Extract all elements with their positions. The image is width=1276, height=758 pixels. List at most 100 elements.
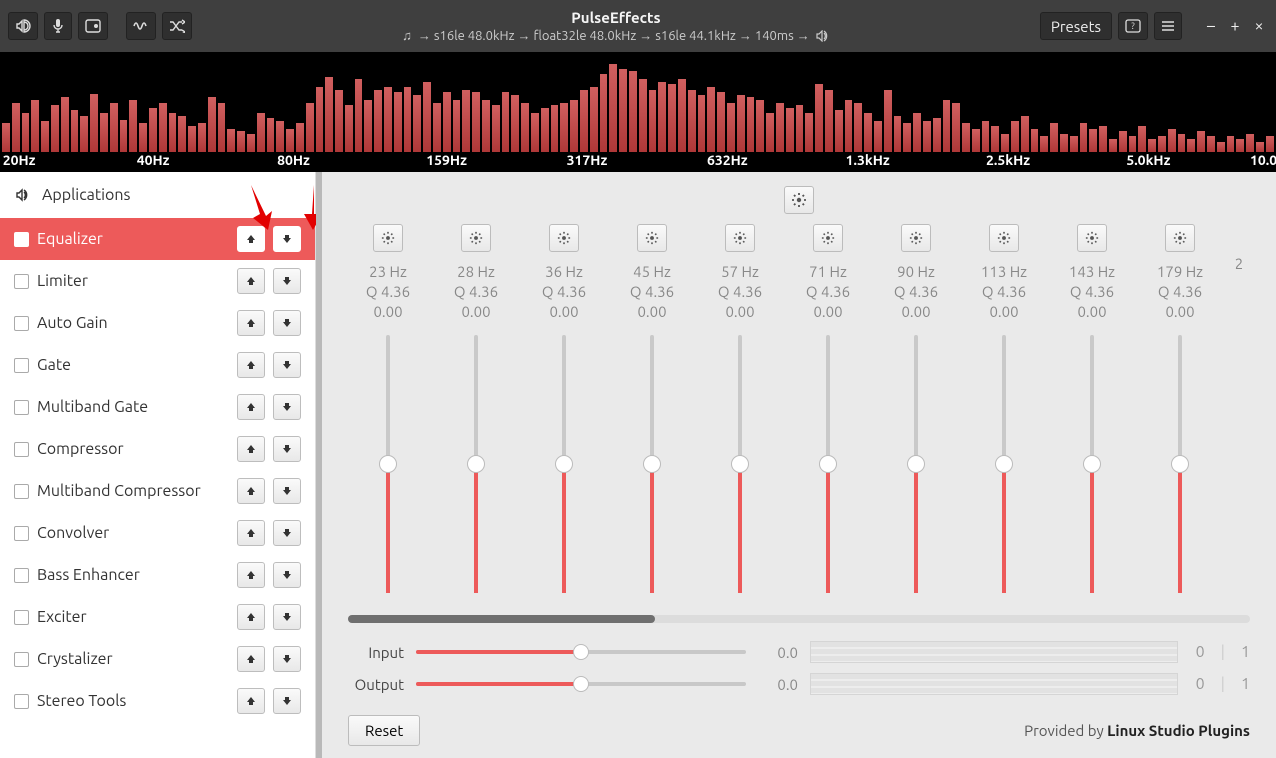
effect-row-auto-gain[interactable]: Auto Gain (0, 302, 315, 344)
band-slider[interactable] (826, 335, 830, 593)
move-up-button[interactable] (237, 604, 265, 630)
output-gain-slider[interactable] (416, 676, 746, 692)
band-slider[interactable] (1002, 335, 1006, 593)
move-down-button[interactable] (273, 646, 301, 672)
move-down-button[interactable] (273, 436, 301, 462)
move-up-button[interactable] (237, 226, 265, 252)
move-up-button[interactable] (237, 688, 265, 714)
band-settings-button[interactable] (549, 224, 579, 252)
effect-checkbox[interactable] (14, 610, 29, 625)
band-gain: 0.00 (725, 303, 754, 320)
effect-row-multiband-gate[interactable]: Multiband Gate (0, 386, 315, 428)
output-tab-button[interactable] (8, 12, 38, 40)
move-down-button[interactable] (273, 562, 301, 588)
reset-button[interactable]: Reset (348, 715, 420, 746)
pulse-info-button[interactable] (78, 12, 108, 40)
band-slider[interactable] (738, 335, 742, 593)
band-settings-button[interactable] (813, 224, 843, 252)
effect-checkbox[interactable] (14, 526, 29, 541)
band-q: Q 4.36 (542, 283, 586, 300)
move-up-button[interactable] (237, 352, 265, 378)
band-slider[interactable] (914, 335, 918, 593)
signal-chain-text: → s16le 48.0kHz → float32le 48.0kHz → s1… (418, 28, 810, 43)
presets-button[interactable]: Presets (1040, 12, 1112, 40)
move-up-button[interactable] (237, 310, 265, 336)
window-maximize[interactable]: + (1226, 17, 1244, 35)
band-slider[interactable] (562, 335, 566, 593)
band-q: Q 4.36 (1158, 283, 1202, 300)
band-settings-button[interactable] (373, 224, 403, 252)
band-settings-button[interactable] (1077, 224, 1107, 252)
band-settings-button[interactable] (989, 224, 1019, 252)
eq-settings-button[interactable] (784, 186, 814, 214)
effect-label: Limiter (37, 272, 229, 290)
band-slider[interactable] (650, 335, 654, 593)
effect-row-equalizer[interactable]: Equalizer (0, 218, 315, 260)
hamburger-button[interactable] (1154, 12, 1182, 40)
menu-icon (1161, 20, 1175, 32)
eq-band-2: 36 HzQ 4.360.00 (520, 224, 608, 599)
move-up-button[interactable] (237, 562, 265, 588)
effect-checkbox[interactable] (14, 232, 29, 247)
output-meter (810, 673, 1178, 695)
move-up-button[interactable] (237, 436, 265, 462)
effect-checkbox[interactable] (14, 694, 29, 709)
effect-row-convolver[interactable]: Convolver (0, 512, 315, 554)
band-settings-button[interactable] (637, 224, 667, 252)
effect-checkbox[interactable] (14, 442, 29, 457)
band-settings-button[interactable] (901, 224, 931, 252)
input-gain-slider[interactable] (416, 644, 746, 660)
move-down-button[interactable] (273, 352, 301, 378)
effect-row-multiband-compressor[interactable]: Multiband Compressor (0, 470, 315, 512)
effect-row-exciter[interactable]: Exciter (0, 596, 315, 638)
help-button[interactable]: ? (1118, 12, 1148, 40)
move-down-button[interactable] (273, 310, 301, 336)
input-tab-button[interactable] (44, 12, 72, 40)
band-slider[interactable] (1178, 335, 1182, 593)
effect-row-limiter[interactable]: Limiter (0, 260, 315, 302)
effect-row-compressor[interactable]: Compressor (0, 428, 315, 470)
window-close[interactable]: × (1250, 17, 1268, 35)
move-down-button[interactable] (273, 268, 301, 294)
effect-checkbox[interactable] (14, 652, 29, 667)
eq-band-0: 23 HzQ 4.360.00 (344, 224, 432, 599)
move-up-button[interactable] (237, 394, 265, 420)
band-freq: 23 Hz (369, 263, 407, 280)
effect-checkbox[interactable] (14, 358, 29, 373)
move-up-button[interactable] (237, 268, 265, 294)
input-label: Input (348, 644, 404, 661)
band-gain: 0.00 (1165, 303, 1194, 320)
band-slider[interactable] (386, 335, 390, 593)
move-up-button[interactable] (237, 646, 265, 672)
effect-checkbox[interactable] (14, 274, 29, 289)
window-minimize[interactable]: – (1202, 17, 1220, 35)
applications-header[interactable]: Applications (0, 172, 315, 218)
effect-row-crystalizer[interactable]: Crystalizer (0, 638, 315, 680)
band-freq: 45 Hz (633, 263, 671, 280)
effect-row-gate[interactable]: Gate (0, 344, 315, 386)
bands-scrollbar[interactable] (348, 615, 1250, 623)
effect-checkbox[interactable] (14, 484, 29, 499)
effect-checkbox[interactable] (14, 316, 29, 331)
move-up-button[interactable] (237, 520, 265, 546)
band-settings-button[interactable] (1165, 224, 1195, 252)
band-settings-button[interactable] (461, 224, 491, 252)
band-slider[interactable] (1090, 335, 1094, 593)
move-down-button[interactable] (273, 226, 301, 252)
move-down-button[interactable] (273, 394, 301, 420)
move-down-button[interactable] (273, 520, 301, 546)
move-up-button[interactable] (237, 478, 265, 504)
bypass-button[interactable] (162, 12, 192, 40)
move-down-button[interactable] (273, 478, 301, 504)
effect-checkbox[interactable] (14, 400, 29, 415)
effect-checkbox[interactable] (14, 568, 29, 583)
move-down-button[interactable] (273, 688, 301, 714)
band-slider[interactable] (474, 335, 478, 593)
effect-row-bass-enhancer[interactable]: Bass Enhancer (0, 554, 315, 596)
band-settings-button[interactable] (725, 224, 755, 252)
scrollbar-thumb[interactable] (348, 615, 655, 623)
test-signal-button[interactable] (126, 12, 156, 40)
effect-row-stereo-tools[interactable]: Stereo Tools (0, 680, 315, 722)
move-down-button[interactable] (273, 604, 301, 630)
output-label: Output (348, 676, 404, 693)
